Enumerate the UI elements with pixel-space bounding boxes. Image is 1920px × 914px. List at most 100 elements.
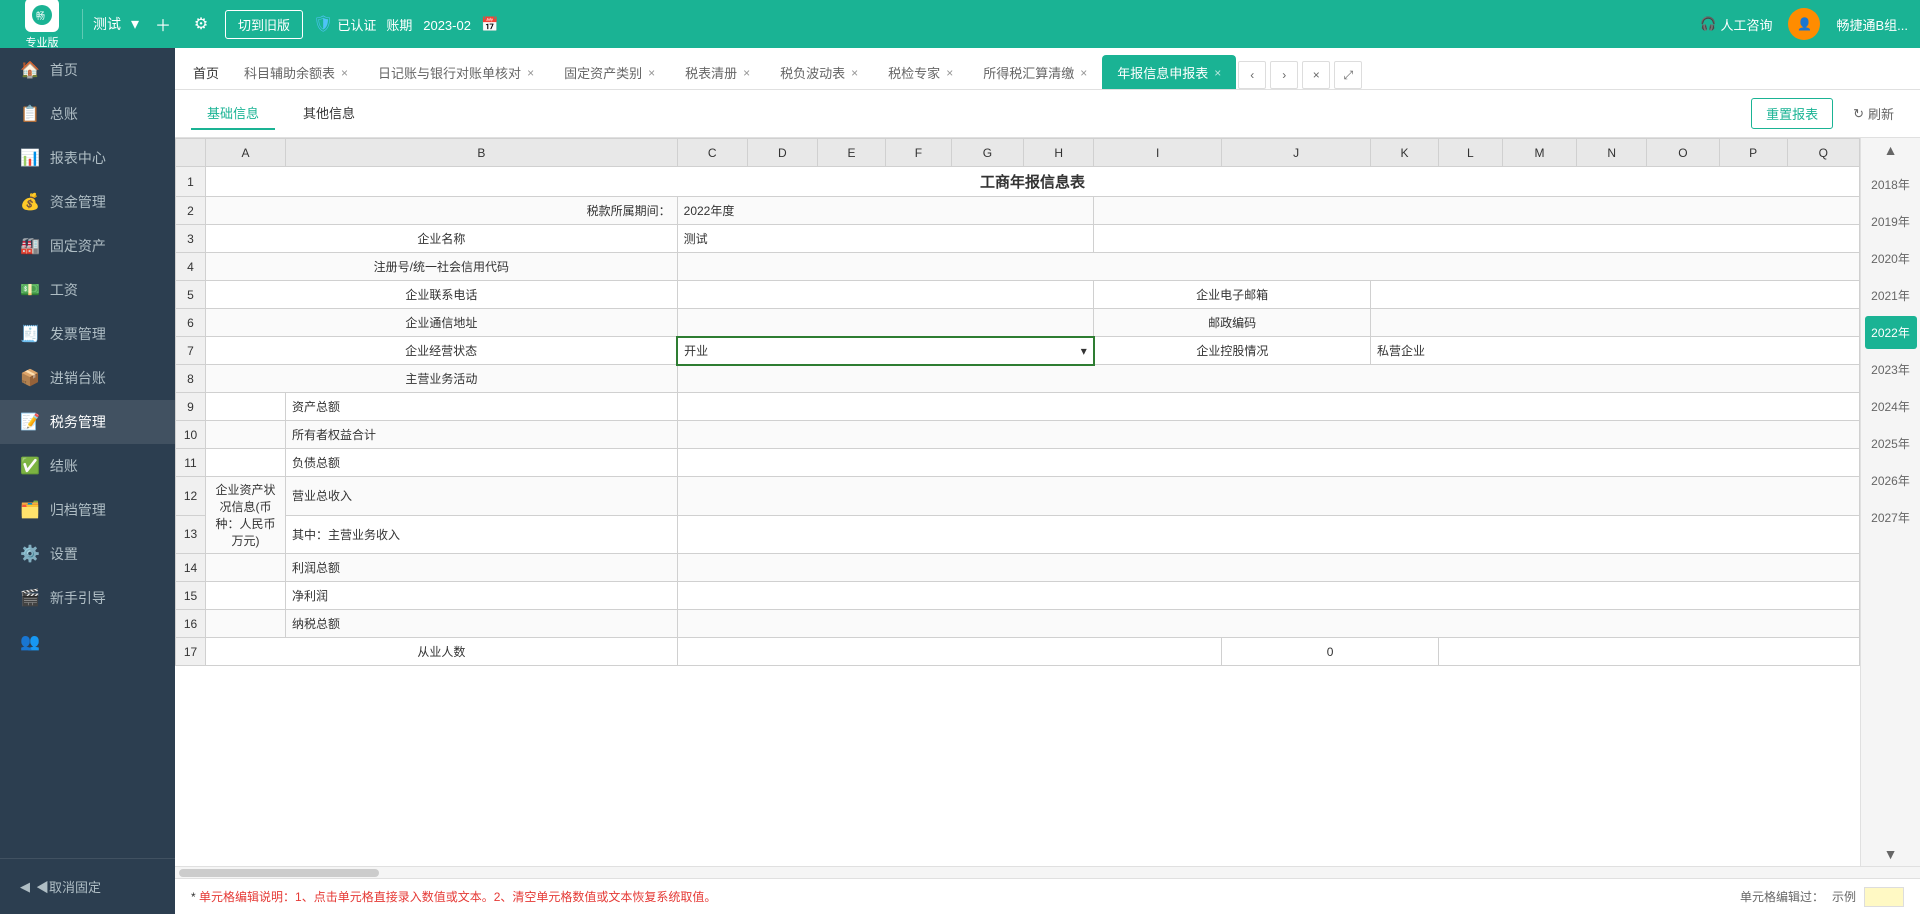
tab-close-icon[interactable]: × [1080,66,1087,80]
tab-tax-fluctuation[interactable]: 税负波动表 × [765,55,873,89]
year-down-btn[interactable]: ▼ [1880,842,1902,866]
sidebar-item-home[interactable]: 🏠 首页 [0,48,175,92]
sidebar-item-guide[interactable]: 🎬 新手引导 [0,576,175,620]
sidebar-item-sales[interactable]: 📦 进销台账 [0,356,175,400]
reset-report-button[interactable]: 重置报表 [1751,98,1833,129]
table-row: 7 企业经营状态 开业 ▾ 企业控股情况 私营企业 [176,337,1860,365]
horizontal-scrollbar[interactable] [175,866,1920,878]
sub-tab-basic[interactable]: 基础信息 [191,97,275,130]
switch-version-button[interactable]: 切到旧版 [225,10,303,39]
sidebar-label-invoice: 发票管理 [50,324,106,344]
cell-holding-value[interactable]: 私营企业 [1371,337,1860,365]
tab-close-icon[interactable]: × [341,66,348,80]
year-item-2021[interactable]: 2021年 [1865,279,1917,312]
year-item-2024[interactable]: 2024年 [1865,390,1917,423]
workspace-dropdown-icon[interactable]: ▾ [131,14,139,34]
sidebar-item-funds[interactable]: 💰 资金管理 [0,180,175,224]
sidebar-item-assets[interactable]: 🏭 固定资产 [0,224,175,268]
dropdown-arrow-icon[interactable]: ▾ [1081,344,1087,358]
refresh-button[interactable]: ↻ 刷新 [1843,99,1904,128]
cell-company-value[interactable]: 测试 [677,225,1094,253]
tab-close-icon[interactable]: × [527,66,534,80]
cell-tax-total-label: 纳税总额 [286,610,678,638]
cell-revenue-label: 营业总收入 [286,477,678,516]
add-workspace-btn[interactable]: ＋ [149,10,177,38]
cell-period-value[interactable]: 2022年度 [677,197,1094,225]
bottom-bar: * 单元格编辑说明：1、点击单元格直接录入数值或文本。2、清空单元格数值或文本恢… [175,878,1920,914]
cell-status-value[interactable]: 开业 ▾ [677,337,1094,365]
sidebar-item-tax[interactable]: 📝 税务管理 [0,400,175,444]
cell-total-profit-value[interactable] [677,554,1859,582]
spreadsheet-main[interactable]: A B C D E F G H I J K L [175,138,1860,866]
scroll-thumb[interactable] [179,869,379,877]
cell-main-revenue-value[interactable] [677,515,1859,554]
unpin-button[interactable]: ◀ ◀取消固定 [0,867,175,906]
sidebar-item-close[interactable]: ✅ 结账 [0,444,175,488]
corner-cell [176,139,206,167]
tab-label: 税表清册 [685,63,737,82]
service-button[interactable]: 🎧 人工咨询 [1700,15,1772,34]
title-cell[interactable]: 工商年报信息表 [206,167,1860,197]
cell-regnum-value[interactable] [677,253,1859,281]
settings-icon[interactable]: ⚙ [187,10,215,38]
tab-bank-reconcile[interactable]: 日记账与银行对账单核对 × [363,55,549,89]
cell-email-value[interactable] [1371,281,1860,309]
tab-close-icon[interactable]: × [946,66,953,80]
tab-next-btn[interactable]: › [1270,61,1298,89]
cell-address-value[interactable] [677,309,1094,337]
year-item-2018[interactable]: 2018年 [1865,168,1917,201]
tab-expand-btn[interactable]: ⤢ [1334,61,1362,89]
sidebar-item-ledger[interactable]: 📋 总账 [0,92,175,136]
tab-close-all-btn[interactable]: × [1302,61,1330,89]
cell-debt-value[interactable] [677,449,1859,477]
sidebar-item-archive[interactable]: 🗂️ 归档管理 [0,488,175,532]
cell-phone-value[interactable] [677,281,1094,309]
tab-close-icon[interactable]: × [1214,66,1221,80]
sidebar-item-invoice[interactable]: 🧾 发票管理 [0,312,175,356]
year-item-2026[interactable]: 2026年 [1865,464,1917,497]
refresh-label: 刷新 [1868,104,1894,123]
cell-tax-total-value[interactable] [677,610,1859,638]
top-bar: 畅 专业版 测试 ▾ ＋ ⚙ 切到旧版 🛡 已认证 账期 2023-02 📅 🎧… [0,0,1920,48]
tab-prev-btn[interactable]: ‹ [1238,61,1266,89]
sidebar-item-settings[interactable]: ⚙️ 设置 [0,532,175,576]
sub-tab-other[interactable]: 其他信息 [287,97,371,130]
tab-subject-balance[interactable]: 科目辅助余额表 × [229,55,363,89]
year-item-2020[interactable]: 2020年 [1865,242,1917,275]
col-header-e: E [817,139,885,167]
sidebar-item-reports[interactable]: 📊 报表中心 [0,136,175,180]
tab-income-tax[interactable]: 所得税汇算清缴 × [968,55,1102,89]
tab-close-icon[interactable]: × [743,66,750,80]
year-item-2023[interactable]: 2023年 [1865,353,1917,386]
year-item-2022[interactable]: 2022年 [1865,316,1917,349]
cell-main-biz-value[interactable] [677,365,1859,393]
sidebar-item-salary[interactable]: 💵 工资 [0,268,175,312]
tab-home[interactable]: 首页 [183,55,229,89]
year-up-btn[interactable]: ▲ [1880,138,1902,162]
tab-annual-report[interactable]: 年报信息申报表 × [1102,55,1236,89]
cell-revenue-value[interactable] [677,477,1859,516]
tab-fixed-assets-type[interactable]: 固定资产类别 × [549,55,670,89]
cell-postcode-label: 邮政编码 [1094,309,1371,337]
tab-close-icon[interactable]: × [851,66,858,80]
sidebar-item-extra[interactable]: 👥 [0,620,175,664]
cell-debt-label: 负债总额 [286,449,678,477]
year-item-2027[interactable]: 2027年 [1865,501,1917,534]
tab-tax-list[interactable]: 税表清册 × [670,55,765,89]
top-divider [82,9,83,39]
cell-empty [1094,197,1860,225]
sidebar-label-settings: 设置 [50,544,78,564]
year-item-2025[interactable]: 2025年 [1865,427,1917,460]
cell-net-profit-value[interactable] [677,582,1859,610]
table-row: 15 净利润 [176,582,1860,610]
year-nav-top: ▲ [1861,138,1920,162]
guide-icon: 🎬 [20,588,40,608]
year-item-2019[interactable]: 2019年 [1865,205,1917,238]
tab-close-icon[interactable]: × [648,66,655,80]
cell-total-assets-value[interactable] [677,393,1859,421]
tab-tax-inspection[interactable]: 税检专家 × [873,55,968,89]
cell-equity-value[interactable] [677,421,1859,449]
cell-postcode-value[interactable] [1371,309,1860,337]
calendar-icon[interactable]: 📅 [481,16,498,33]
cell-employees-value1[interactable] [677,638,1222,666]
